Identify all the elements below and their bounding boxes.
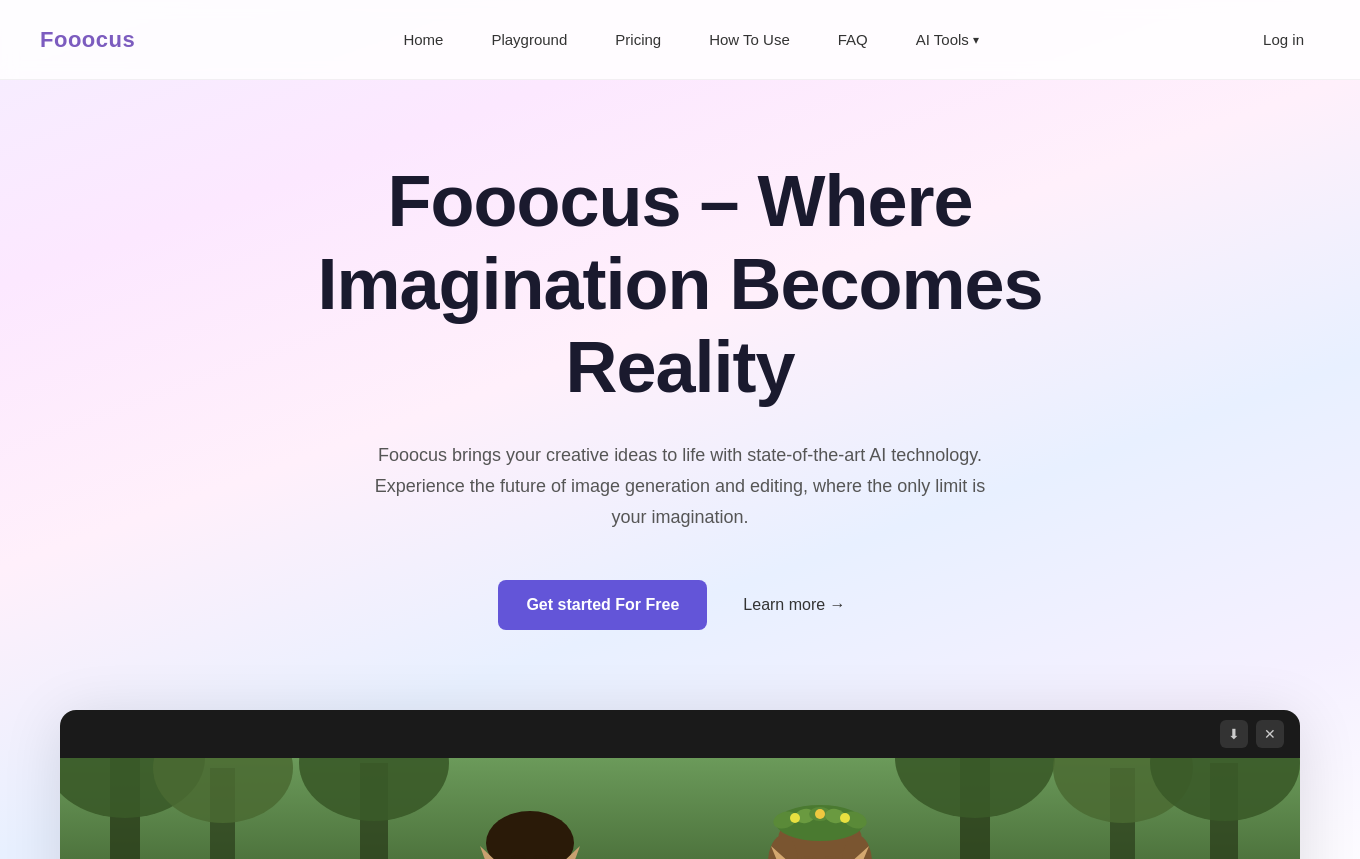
download-icon: ⬇ <box>1228 726 1240 742</box>
nav-faq[interactable]: FAQ <box>814 23 892 56</box>
demo-window-bar: ⬇ ✕ <box>60 710 1300 758</box>
learn-more-button[interactable]: Learn more → <box>727 580 861 630</box>
nav-how-to-use[interactable]: How To Use <box>685 23 814 56</box>
nav-home[interactable]: Home <box>379 23 467 56</box>
main-nav: Home Playground Pricing How To Use FAQ A… <box>379 23 1002 56</box>
demo-scene-image <box>60 758 1300 859</box>
chevron-down-icon: ▾ <box>973 33 979 47</box>
logo[interactable]: Fooocus <box>40 27 135 53</box>
svg-point-34 <box>815 809 825 819</box>
svg-point-33 <box>790 813 800 823</box>
demo-section: ⬇ ✕ <box>0 710 1360 859</box>
header-right: Log in <box>1247 23 1320 56</box>
get-started-button[interactable]: Get started For Free <box>498 580 707 630</box>
demo-close-button[interactable]: ✕ <box>1256 720 1284 748</box>
nav-ai-tools[interactable]: AI Tools ▾ <box>892 23 1003 56</box>
login-button[interactable]: Log in <box>1247 23 1320 56</box>
demo-download-button[interactable]: ⬇ <box>1220 720 1248 748</box>
hero-section: Fooocus – Where Imagination Becomes Real… <box>0 0 1360 859</box>
hero-buttons: Get started For Free Learn more → <box>270 580 1090 630</box>
nav-ai-tools-label: AI Tools <box>916 31 969 48</box>
nav-pricing[interactable]: Pricing <box>591 23 685 56</box>
hero-subtitle: Fooocus brings your creative ideas to li… <box>360 440 1000 532</box>
demo-image-area <box>60 758 1300 859</box>
hero-title: Fooocus – Where Imagination Becomes Real… <box>270 160 1090 408</box>
close-icon: ✕ <box>1264 726 1276 742</box>
nav-playground[interactable]: Playground <box>467 23 591 56</box>
demo-window: ⬇ ✕ <box>60 710 1300 859</box>
hero-content: Fooocus – Where Imagination Becomes Real… <box>230 80 1130 690</box>
site-header: Fooocus Home Playground Pricing How To U… <box>0 0 1360 80</box>
svg-point-35 <box>840 813 850 823</box>
